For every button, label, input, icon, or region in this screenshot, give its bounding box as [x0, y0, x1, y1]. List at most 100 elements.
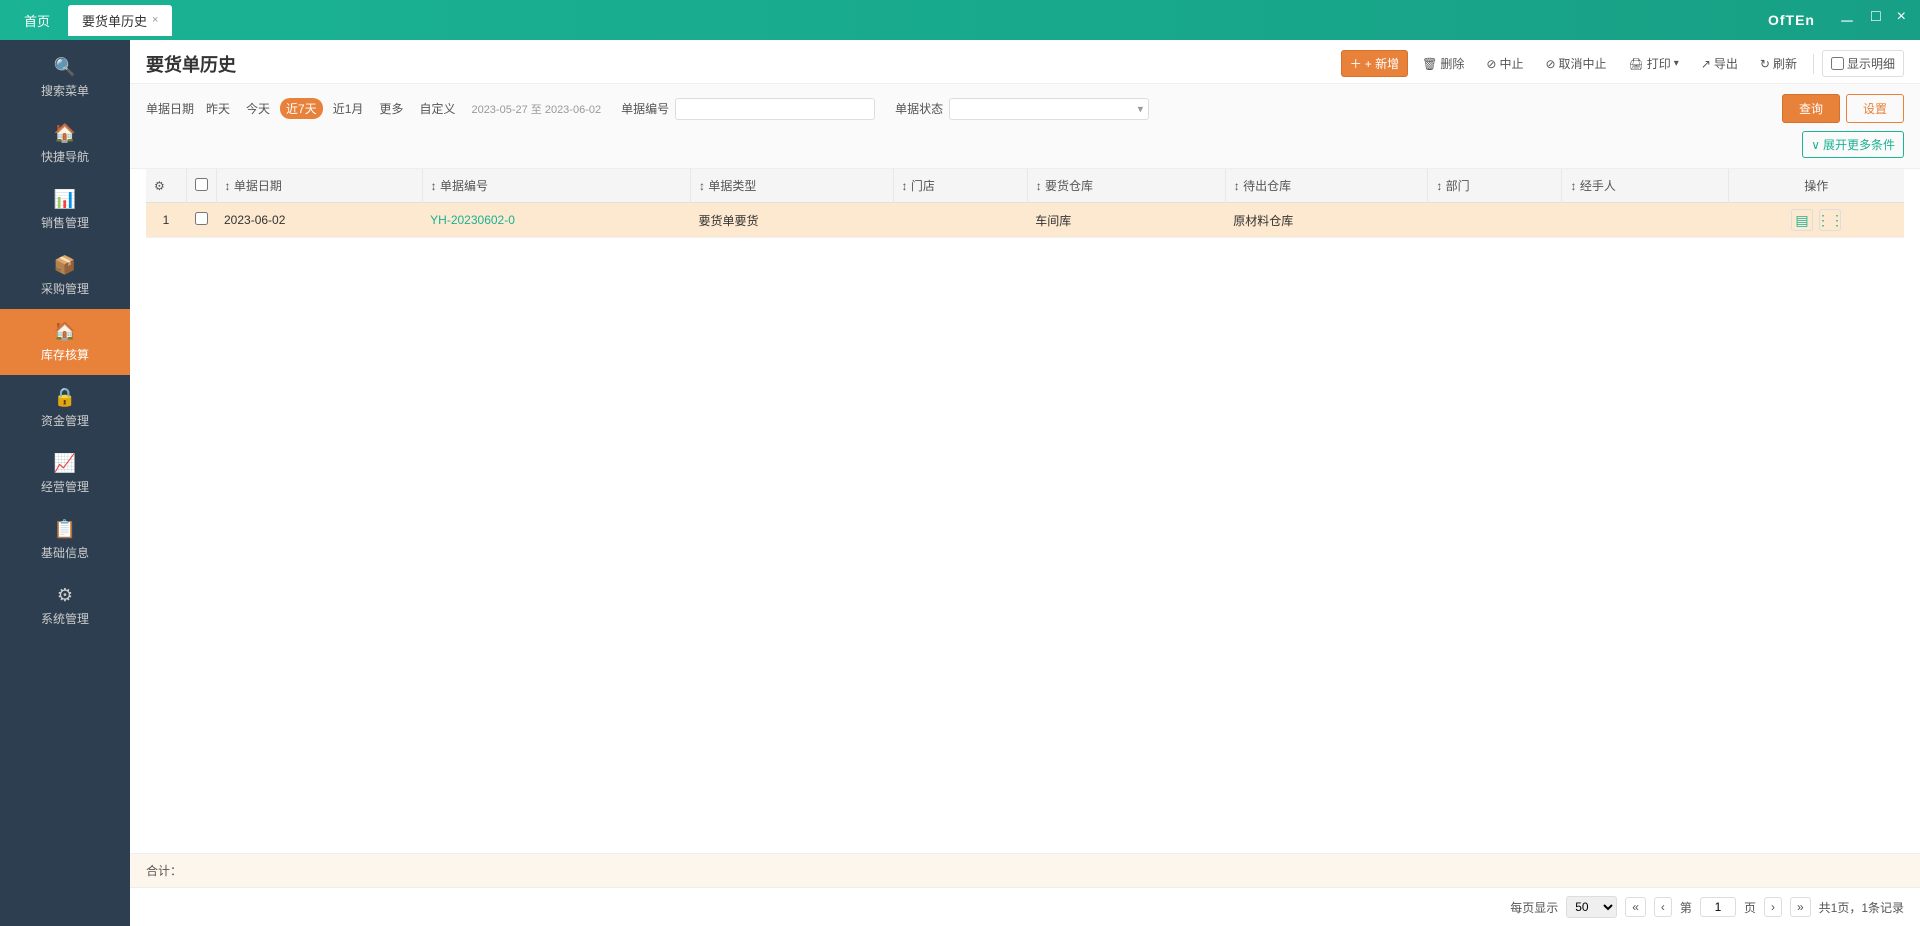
date-filter-label: 单据日期 [146, 100, 194, 117]
sidebar-item-sales[interactable]: 📊 销售管理 [0, 177, 130, 243]
table-settings-icon[interactable]: ⚙ [154, 179, 165, 193]
sidebar-item-basic-info[interactable]: 📋 基础信息 [0, 507, 130, 573]
close-tab-icon[interactable]: × [152, 14, 158, 26]
minimize-button[interactable]: － [1835, 8, 1859, 32]
docno-filter-label: 单据编号 [621, 100, 669, 117]
row-req-warehouse: 车间库 [1027, 203, 1225, 238]
purchase-icon: 📦 [54, 255, 76, 276]
col-docno: ↕ 单据编号 [422, 169, 690, 203]
data-table: ⚙ ↕ 单据日期 ↕ 单据编号 [146, 169, 1904, 238]
new-icon: ＋ [1350, 55, 1362, 72]
date-custom-btn[interactable]: 自定义 [413, 98, 461, 119]
date-1month-btn[interactable]: 近1月 [327, 98, 370, 119]
select-all-checkbox[interactable] [195, 178, 208, 191]
sidebar-item-inventory[interactable]: 🏠 库存核算 [0, 309, 130, 375]
prev-page-button[interactable]: ‹ [1654, 897, 1672, 917]
expand-conditions-button[interactable]: ∨ 展开更多条件 [1802, 131, 1904, 158]
table-area: ⚙ ↕ 单据日期 ↕ 单据编号 [130, 169, 1920, 853]
status-filter-group: 单据状态 [895, 98, 1149, 120]
status-filter-select[interactable] [949, 98, 1149, 120]
date-filter-group: 单据日期 昨天 今天 近7天 近1月 更多 自定义 2023-05-27 至 2… [146, 98, 601, 119]
docno-filter-input[interactable] [675, 98, 875, 120]
footer-label: 合计： [146, 864, 182, 878]
next-page-button[interactable]: › [1764, 897, 1782, 917]
page-input[interactable] [1700, 897, 1736, 917]
row-checkbox[interactable] [195, 212, 208, 225]
table-footer: 合计： [130, 853, 1920, 887]
table-header-row: ⚙ ↕ 单据日期 ↕ 单据编号 [146, 169, 1904, 203]
refresh-icon: ↻ [1760, 57, 1770, 71]
row-more-icon[interactable]: ⋮⋮ [1819, 209, 1841, 231]
print-button[interactable]: 🖨 打印 ▾ [1621, 51, 1687, 76]
sidebar-item-quick-nav[interactable]: 🏠 快捷导航 [0, 111, 130, 177]
refresh-button[interactable]: ↻ 刷新 [1752, 51, 1805, 76]
page-suffix: 页 [1744, 899, 1756, 916]
per-page-select[interactable]: 50 20 100 200 [1566, 896, 1617, 918]
display-cell-checkbox[interactable] [1831, 57, 1844, 70]
docno-filter-group: 单据编号 [621, 98, 875, 120]
top-bar-right: OfTEn － □ × [1768, 8, 1910, 32]
sidebar-item-system[interactable]: ⚙ 系统管理 [0, 573, 130, 639]
export-icon: ↗ [1701, 57, 1711, 71]
new-button[interactable]: ＋ + 新增 [1341, 50, 1408, 77]
sidebar-item-purchase[interactable]: 📦 采购管理 [0, 243, 130, 309]
date-more-btn[interactable]: 更多 [373, 98, 409, 119]
sidebar-item-search-menu-label: 搜索菜单 [41, 82, 89, 99]
delete-button[interactable]: 🗑 删除 [1414, 51, 1472, 76]
tab-requisition-history[interactable]: 要货单历史 × [68, 5, 172, 36]
settings-button[interactable]: 设置 [1846, 94, 1904, 123]
search-menu-icon: 🔍 [54, 57, 76, 78]
date-yesterday-btn[interactable]: 昨天 [200, 98, 236, 119]
col-req-warehouse: ↕ 要货仓库 [1027, 169, 1225, 203]
date-7days-btn[interactable]: 近7天 [280, 98, 323, 119]
sales-icon: 📊 [54, 189, 76, 210]
col-handler: ↕ 经手人 [1562, 169, 1728, 203]
maximize-button[interactable]: □ [1867, 8, 1885, 32]
stop-button[interactable]: ⊘ 中止 [1478, 51, 1531, 76]
brand-label: OfTEn [1768, 12, 1815, 28]
col-settings[interactable]: ⚙ [146, 169, 186, 203]
date-today-btn[interactable]: 今天 [240, 98, 276, 119]
row-view-icon[interactable]: ▤ [1791, 209, 1813, 231]
row-handler [1562, 203, 1728, 238]
cancel-stop-button[interactable]: ⊘ 取消中止 [1537, 51, 1614, 76]
sidebar-item-search-menu[interactable]: 🔍 搜索菜单 [0, 45, 130, 111]
status-select-wrapper [949, 98, 1149, 120]
row-pending-warehouse: 原材料仓库 [1225, 203, 1428, 238]
filter-action-buttons: 查询 设置 [1782, 94, 1904, 123]
sidebar-item-finance-label: 资金管理 [41, 412, 89, 429]
sidebar-item-operations[interactable]: 📈 经营管理 [0, 441, 130, 507]
export-button[interactable]: ↗ 导出 [1693, 51, 1746, 76]
row-actions: ▤ ⋮⋮ [1728, 203, 1904, 238]
sidebar-item-purchase-label: 采购管理 [41, 280, 89, 297]
action-icons: ▤ ⋮⋮ [1736, 209, 1896, 231]
per-page-label: 每页显示 [1510, 899, 1558, 916]
stop-icon: ⊘ [1486, 57, 1496, 71]
sidebar-item-inventory-label: 库存核算 [41, 346, 89, 363]
page-title: 要货单历史 [146, 51, 236, 77]
pagination-summary: 共1页，1条记录 [1819, 899, 1904, 916]
window-controls: － □ × [1835, 8, 1910, 32]
tab-home-label: 首页 [24, 11, 50, 30]
filter-area: 单据日期 昨天 今天 近7天 近1月 更多 自定义 2023-05-27 至 2… [130, 84, 1920, 169]
first-page-button[interactable]: « [1625, 897, 1646, 917]
tab-home[interactable]: 首页 [10, 5, 64, 36]
row-docno-link[interactable]: YH-20230602-0 [430, 213, 515, 227]
col-store: ↕ 门店 [893, 169, 1027, 203]
row-date: 2023-06-02 [216, 203, 422, 238]
tab-requisition-history-label: 要货单历史 [82, 11, 147, 30]
toolbar: ＋ + 新增 🗑 删除 ⊘ 中止 ⊘ 取消中止 🖨 打印 [1341, 50, 1904, 77]
finance-icon: 🔒 [54, 387, 76, 408]
sidebar-item-finance[interactable]: 🔒 资金管理 [0, 375, 130, 441]
display-cell-button[interactable]: 显示明细 [1822, 50, 1904, 77]
last-page-button[interactable]: » [1790, 897, 1811, 917]
row-doctype: 要货单要货 [691, 203, 894, 238]
col-checkbox [186, 169, 216, 203]
sidebar-item-basic-info-label: 基础信息 [41, 544, 89, 561]
sidebar-item-sales-label: 销售管理 [41, 214, 89, 231]
row-store [893, 203, 1027, 238]
date-shortcuts: 昨天 今天 近7天 近1月 更多 自定义 [200, 98, 461, 119]
close-button[interactable]: × [1893, 8, 1910, 32]
col-pending-warehouse: ↕ 待出仓库 [1225, 169, 1428, 203]
query-button[interactable]: 查询 [1782, 94, 1840, 123]
